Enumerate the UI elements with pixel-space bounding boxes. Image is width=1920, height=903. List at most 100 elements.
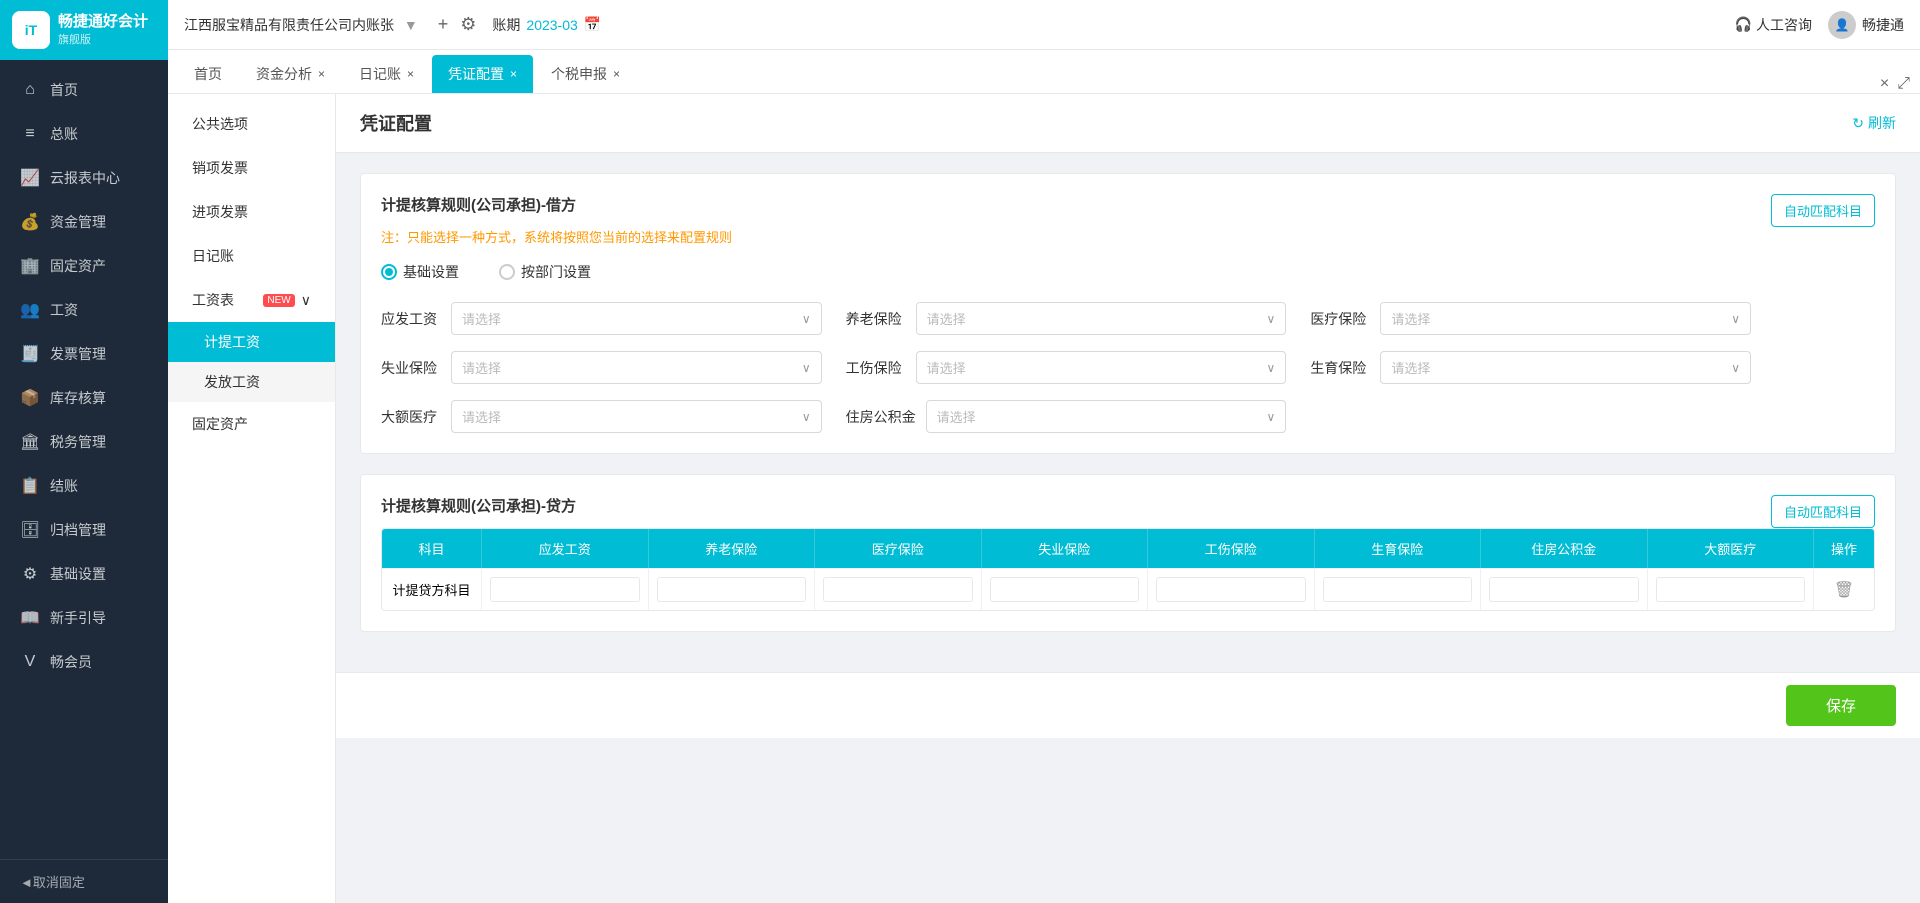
tab-journal-close[interactable]: ×: [407, 67, 414, 81]
form-item-work-injury: 工伤保险 请选择 ∨: [846, 351, 1287, 384]
sidebar-item-fund[interactable]: 💰 资金管理: [0, 200, 168, 244]
subnav-fixed-assets[interactable]: 固定资产: [168, 402, 335, 446]
td-housing-fund-input[interactable]: [1481, 569, 1648, 610]
tab-fund-analysis[interactable]: 资金分析 ×: [240, 55, 341, 93]
save-button[interactable]: 保存: [1786, 685, 1896, 726]
chevron-down-icon: ∨: [802, 312, 811, 326]
label-large-medical: 大额医疗: [381, 407, 441, 427]
td-maternity-input[interactable]: [1315, 569, 1482, 610]
save-bar: 保存: [336, 672, 1920, 738]
td-delete[interactable]: 🗑: [1814, 569, 1874, 610]
sidebar-nav: ⌂ 首页 ≡ 总账 📈 云报表中心 💰 资金管理 🏢 固定资产 👥 工资 🧾 发…: [0, 60, 168, 859]
td-pension-input[interactable]: [649, 569, 816, 610]
ledger-icon: ≡: [20, 125, 40, 143]
sidebar-item-guide[interactable]: 📖 新手引导: [0, 596, 168, 640]
sidebar-item-archive[interactable]: 🗄 归档管理: [0, 508, 168, 552]
tab-voucher-config[interactable]: 凭证配置 ×: [432, 55, 533, 93]
tab-home[interactable]: 首页: [178, 55, 238, 93]
subnav-public[interactable]: 公共选项: [168, 102, 335, 146]
sidebar-label-ledger: 总账: [50, 124, 78, 144]
unpin-label: ◄取消固定: [20, 872, 85, 891]
debit-section-note: 注：只能选择一种方式，系统将按照您当前的选择来配置规则: [381, 227, 1751, 246]
debit-section-title: 计提核算规则(公司承担)-借方: [381, 194, 1751, 215]
td-medical-input[interactable]: [815, 569, 982, 610]
radio-basic[interactable]: 基础设置: [381, 262, 459, 282]
sidebar-item-inventory[interactable]: 📦 库存核算: [0, 376, 168, 420]
period-selector[interactable]: 账期 2023-03 📅: [492, 15, 601, 35]
select-medical[interactable]: 请选择 ∨: [1380, 302, 1751, 335]
expand-tab-button[interactable]: ⤢: [1897, 75, 1910, 93]
input-work-injury[interactable]: [1156, 577, 1306, 602]
delete-icon[interactable]: 🗑: [1834, 580, 1854, 600]
unpin-button[interactable]: ◄取消固定: [0, 859, 168, 903]
close-account-icon: 📋: [20, 476, 40, 496]
debit-auto-match-button[interactable]: 自动匹配科目: [1771, 194, 1875, 227]
subnav-wage-table[interactable]: 工资表 NEW ∨: [168, 278, 335, 322]
select-maternity[interactable]: 请选择 ∨: [1380, 351, 1751, 384]
form-item-large-medical: 大额医疗 请选择 ∨: [381, 400, 822, 433]
credit-auto-match-button[interactable]: 自动匹配科目: [1771, 495, 1875, 528]
select-large-medical[interactable]: 请选择 ∨: [451, 400, 822, 433]
input-medical[interactable]: [823, 577, 973, 602]
label-housing-fund: 住房公积金: [846, 407, 916, 427]
add-button[interactable]: +: [438, 14, 449, 35]
user-menu[interactable]: 👤 畅捷通: [1828, 11, 1904, 39]
sidebar-label-salary: 工资: [50, 300, 78, 320]
td-base-salary-input[interactable]: [482, 569, 649, 610]
input-large-medical[interactable]: [1656, 577, 1806, 602]
sidebar-label-home: 首页: [50, 80, 78, 100]
select-base-salary[interactable]: 请选择 ∨: [451, 302, 822, 335]
th-maternity: 生育保险: [1315, 529, 1482, 568]
tab-journal[interactable]: 日记账 ×: [343, 55, 430, 93]
radio-basic-label: 基础设置: [403, 262, 459, 282]
sidebar-label-tax: 税务管理: [50, 432, 106, 452]
close-tab-button[interactable]: ×: [1880, 75, 1889, 93]
input-pension[interactable]: [657, 577, 807, 602]
tab-tax-filing-close[interactable]: ×: [613, 67, 620, 81]
select-unemployment[interactable]: 请选择 ∨: [451, 351, 822, 384]
select-pension[interactable]: 请选择 ∨: [916, 302, 1287, 335]
input-maternity[interactable]: [1323, 577, 1473, 602]
select-housing-fund[interactable]: 请选择 ∨: [926, 400, 1287, 433]
radio-dept[interactable]: 按部门设置: [499, 262, 591, 282]
sidebar-item-assets[interactable]: 🏢 固定资产: [0, 244, 168, 288]
member-icon: V: [20, 653, 40, 671]
archive-icon: 🗄: [20, 520, 40, 540]
sidebar-item-close[interactable]: 📋 结账: [0, 464, 168, 508]
input-unemployment[interactable]: [990, 577, 1140, 602]
input-base-salary[interactable]: [490, 577, 640, 602]
credit-section: 计提核算规则(公司承担)-贷方 自动匹配科目 科目 应发工资 养老保险 医疗保险…: [360, 474, 1896, 632]
tab-voucher-config-close[interactable]: ×: [510, 67, 517, 81]
subnav-journal[interactable]: 日记账: [168, 234, 335, 278]
sidebar-item-invoice[interactable]: 🧾 发票管理: [0, 332, 168, 376]
td-large-medical-input[interactable]: [1648, 569, 1815, 610]
service-button[interactable]: 🎧 人工咨询: [1735, 15, 1812, 35]
sidebar-item-home[interactable]: ⌂ 首页: [0, 68, 168, 112]
input-housing-fund[interactable]: [1489, 577, 1639, 602]
sidebar-item-tax[interactable]: 🏛 税务管理: [0, 420, 168, 464]
subnav-pay-wage[interactable]: 发放工资: [168, 362, 335, 402]
sidebar-item-member[interactable]: V 畅会员: [0, 640, 168, 684]
refresh-button[interactable]: ↻ 刷新: [1852, 113, 1896, 133]
app-sub: 旗舰版: [58, 31, 148, 47]
select-work-injury[interactable]: 请选择 ∨: [916, 351, 1287, 384]
settings-button[interactable]: ⚙: [460, 14, 476, 35]
chevron-down-icon: ∨: [1731, 312, 1740, 326]
tab-fund-analysis-close[interactable]: ×: [318, 67, 325, 81]
period-value: 2023-03: [526, 17, 577, 33]
tab-tax-filing[interactable]: 个税申报 ×: [535, 55, 636, 93]
th-subject: 科目: [382, 529, 482, 568]
td-unemployment-input[interactable]: [982, 569, 1149, 610]
logo-area: iT 畅捷通好会计 旗舰版: [0, 0, 168, 60]
sidebar-item-ledger[interactable]: ≡ 总账: [0, 112, 168, 156]
sidebar-item-report[interactable]: 📈 云报表中心: [0, 156, 168, 200]
company-selector[interactable]: 江西服宝精品有限责任公司内账张 ▼: [184, 15, 418, 35]
td-work-injury-input[interactable]: [1148, 569, 1315, 610]
sidebar-item-salary[interactable]: 👥 工资: [0, 288, 168, 332]
sidebar-item-settings[interactable]: ⚙ 基础设置: [0, 552, 168, 596]
subnav-accrue-wage[interactable]: 计提工资: [168, 322, 335, 362]
subnav-sales-invoice[interactable]: 销项发票: [168, 146, 335, 190]
form-item-maternity: 生育保险 请选择 ∨: [1310, 351, 1751, 384]
subnav-purchase-invoice[interactable]: 进项发票: [168, 190, 335, 234]
label-base-salary: 应发工资: [381, 309, 441, 329]
